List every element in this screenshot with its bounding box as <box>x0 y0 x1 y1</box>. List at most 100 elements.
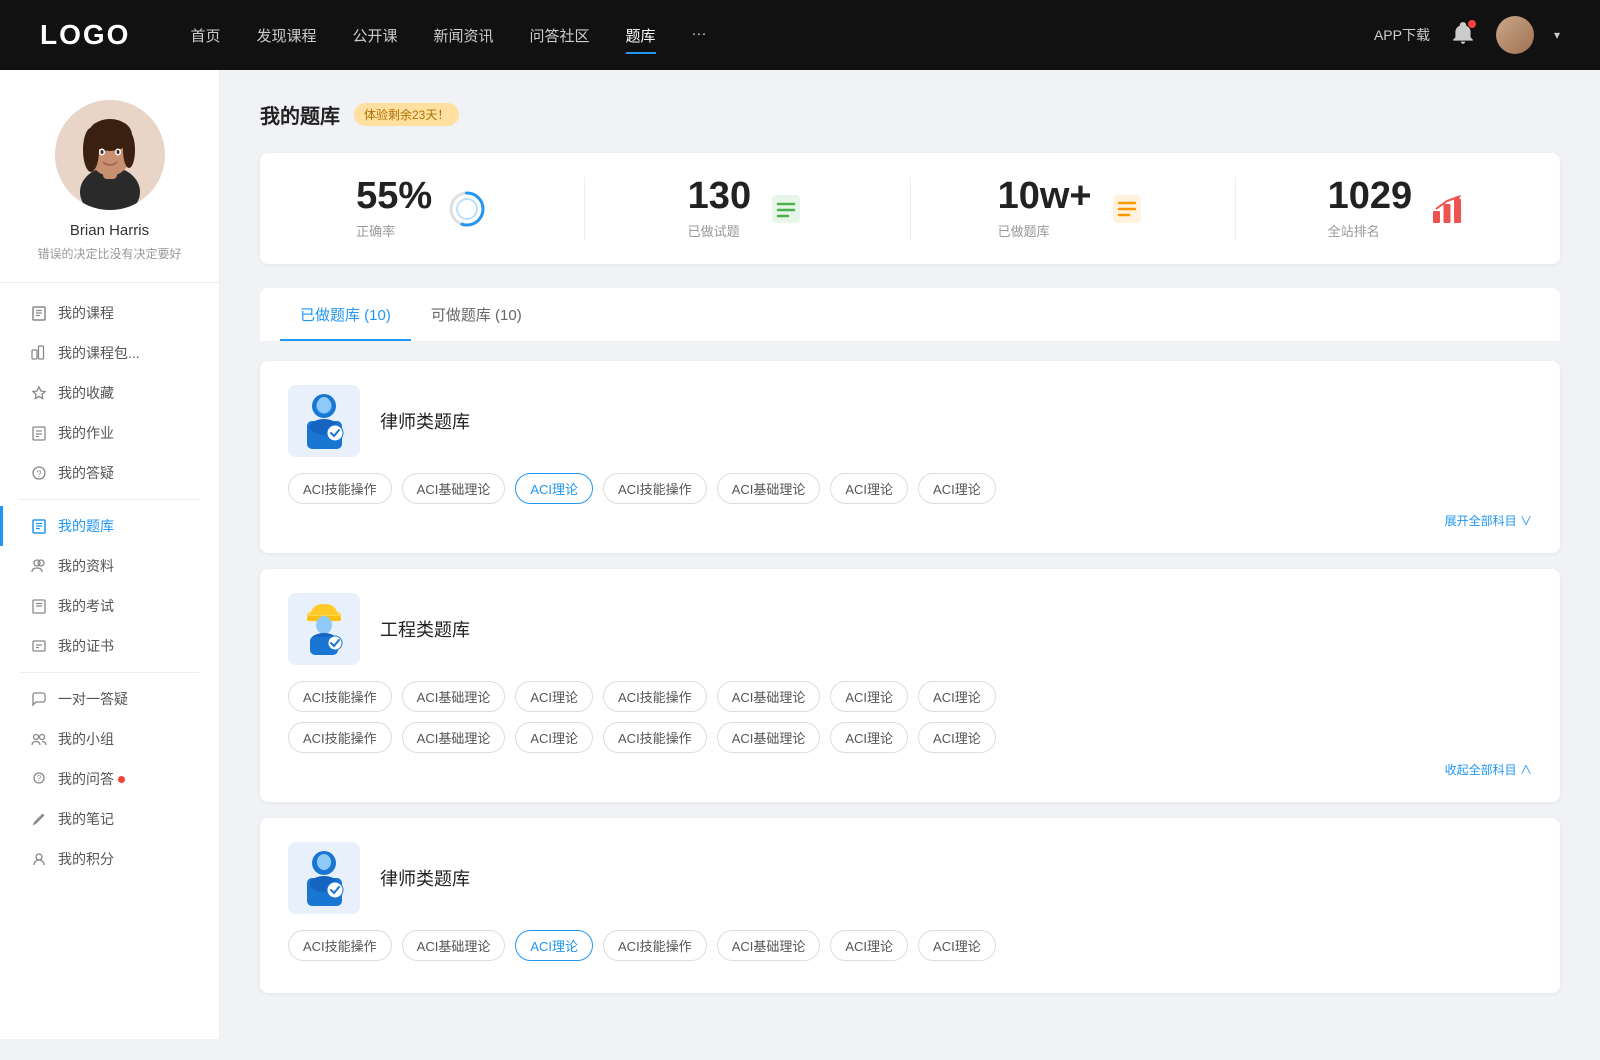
qbank-title-2: 工程类题库 <box>380 616 470 642</box>
qbank-tags-2: ACI技能操作 ACI基础理论 ACI理论 ACI技能操作 ACI基础理论 AC… <box>288 681 1532 712</box>
qbank-tag[interactable]: ACI技能操作 <box>603 722 707 753</box>
sidebar-item-my-exam[interactable]: 我的考试 <box>0 586 219 626</box>
qbank-tag[interactable]: ACI理论 <box>918 722 996 753</box>
top-navigation: LOGO 首页 发现课程 公开课 新闻资讯 问答社区 题库 ··· APP下载 … <box>0 0 1600 70</box>
notification-bell[interactable] <box>1450 20 1476 51</box>
tab-done-qbank[interactable]: 已做题库 (10) <box>280 288 411 341</box>
qbank-title-1: 律师类题库 <box>380 408 470 434</box>
my-qanda-icon: ? <box>30 770 48 788</box>
done-qb-icon <box>1106 188 1148 230</box>
user-avatar[interactable] <box>1496 16 1534 54</box>
qbank-tag[interactable]: ACI理论 <box>515 722 593 753</box>
qbank-tags-2-row2: ACI技能操作 ACI基础理论 ACI理论 ACI技能操作 ACI基础理论 AC… <box>288 722 1532 753</box>
qbank-tag[interactable]: ACI基础理论 <box>717 473 821 504</box>
nav-qbank[interactable]: 题库 <box>626 21 656 50</box>
qbank-tag[interactable]: ACI技能操作 <box>288 681 392 712</box>
qbank-tag[interactable]: ACI理论 <box>515 681 593 712</box>
svg-text:?: ? <box>36 469 41 479</box>
sidebar-item-qa-doubts[interactable]: ? 我的答疑 <box>0 453 219 493</box>
qbank-icon-engineer <box>288 593 360 665</box>
qbank-section-engineer: 工程类题库 ACI技能操作 ACI基础理论 ACI理论 ACI技能操作 ACI基… <box>260 569 1560 802</box>
sidebar-item-my-notes[interactable]: 我的笔记 <box>0 799 219 839</box>
stat-done-questions: 130 已做试题 <box>585 177 910 240</box>
qbank-tag[interactable]: ACI技能操作 <box>603 681 707 712</box>
qbank-tag[interactable]: ACI基础理论 <box>402 930 506 961</box>
nav-right: APP下载 ▾ <box>1374 16 1560 54</box>
tab-available-qbank[interactable]: 可做题库 (10) <box>411 288 542 341</box>
stat-done-q-value: 130 <box>688 177 751 215</box>
nav-news[interactable]: 新闻资讯 <box>434 21 494 50</box>
nav-more[interactable]: ··· <box>692 21 707 50</box>
qbank-tag[interactable]: ACI基础理论 <box>717 930 821 961</box>
stat-accuracy: 55% 正确率 <box>260 177 585 240</box>
qbank-tag[interactable]: ACI理论 <box>918 930 996 961</box>
sidebar-item-my-data[interactable]: 我的资料 <box>0 546 219 586</box>
sidebar-item-my-group[interactable]: 我的小组 <box>0 719 219 759</box>
qbank-tag[interactable]: ACI理论 <box>830 473 908 504</box>
qbank-tag[interactable]: ACI基础理论 <box>402 722 506 753</box>
qbank-tag-active[interactable]: ACI理论 <box>515 930 593 961</box>
qbank-tag[interactable]: ACI基础理论 <box>717 722 821 753</box>
qbank-tag[interactable]: ACI基础理论 <box>402 473 506 504</box>
qbank-tag[interactable]: ACI理论 <box>830 681 908 712</box>
favorites-icon <box>30 384 48 402</box>
sidebar: Brian Harris 错误的决定比没有决定要好 我的课程 我的课程包... <box>0 70 220 1039</box>
done-q-icon <box>765 188 807 230</box>
sidebar-item-my-points[interactable]: 我的积分 <box>0 839 219 879</box>
qbank-header-1: 律师类题库 <box>288 385 1532 457</box>
sidebar-item-my-cert[interactable]: 我的证书 <box>0 626 219 666</box>
nav-qa[interactable]: 问答社区 <box>530 21 590 50</box>
qbank-tag-active[interactable]: ACI理论 <box>515 473 593 504</box>
rank-icon <box>1426 188 1468 230</box>
stat-done-q-value-area: 130 已做试题 <box>688 177 751 240</box>
sidebar-item-course-package[interactable]: 我的课程包... <box>0 333 219 373</box>
qbank-toggle-collapse-2[interactable]: 收起全部科目 ∧ <box>288 761 1532 778</box>
sidebar-item-favorites[interactable]: 我的收藏 <box>0 373 219 413</box>
qa-doubts-icon: ? <box>30 464 48 482</box>
qbank-tag[interactable]: ACI技能操作 <box>288 930 392 961</box>
qbank-tag[interactable]: ACI技能操作 <box>288 722 392 753</box>
user-dropdown-icon[interactable]: ▾ <box>1554 28 1560 42</box>
stat-done-qb-value: 10w+ <box>998 177 1092 215</box>
qbank-tag[interactable]: ACI技能操作 <box>603 473 707 504</box>
nav-home[interactable]: 首页 <box>190 21 220 50</box>
sidebar-item-my-course[interactable]: 我的课程 <box>0 293 219 333</box>
tabs-row: 已做题库 (10) 可做题库 (10) <box>260 288 1560 341</box>
trial-badge: 体验剩余23天！ <box>354 103 459 126</box>
qbank-tag[interactable]: ACI技能操作 <box>603 930 707 961</box>
sidebar-menu: 我的课程 我的课程包... 我的收藏 我的作业 <box>0 283 219 889</box>
stats-row: 55% 正确率 130 已做试题 <box>260 153 1560 264</box>
nav-discover[interactable]: 发现课程 <box>256 21 316 50</box>
qbank-tag[interactable]: ACI基础理论 <box>717 681 821 712</box>
qbank-header-3: 律师类题库 <box>288 842 1532 914</box>
my-exam-icon <box>30 597 48 615</box>
sidebar-item-my-qanda[interactable]: ? 我的问答 <box>0 759 219 799</box>
logo: LOGO <box>40 19 130 51</box>
stat-accuracy-label: 正确率 <box>356 221 432 240</box>
qbank-tag[interactable]: ACI理论 <box>918 473 996 504</box>
homework-icon <box>30 424 48 442</box>
avatar <box>55 100 165 210</box>
qbank-tag[interactable]: ACI理论 <box>918 681 996 712</box>
qbank-tag[interactable]: ACI基础理论 <box>402 681 506 712</box>
notification-dot <box>1468 20 1476 28</box>
app-download-link[interactable]: APP下载 <box>1374 25 1430 45</box>
stat-done-qb-label: 已做题库 <box>998 221 1092 240</box>
qbank-tag[interactable]: ACI理论 <box>830 722 908 753</box>
sidebar-item-homework[interactable]: 我的作业 <box>0 413 219 453</box>
nav-open-course[interactable]: 公开课 <box>352 21 397 50</box>
stat-done-q-label: 已做试题 <box>688 221 751 240</box>
sidebar-divider-1 <box>20 499 199 500</box>
my-cert-icon <box>30 637 48 655</box>
qbank-tag[interactable]: ACI技能操作 <box>288 473 392 504</box>
sidebar-item-one-on-one[interactable]: 一对一答疑 <box>0 679 219 719</box>
sidebar-item-qbank[interactable]: 我的题库 <box>0 506 219 546</box>
sidebar-username: Brian Harris <box>70 222 149 239</box>
qbank-tag[interactable]: ACI理论 <box>830 930 908 961</box>
qbank-header-2: 工程类题库 <box>288 593 1532 665</box>
lawyer-svg-1 <box>297 391 352 451</box>
qbank-toggle-expand-1[interactable]: 展开全部科目 ∨ <box>288 512 1532 529</box>
sidebar-divider-2 <box>20 672 199 673</box>
nav-menu: 首页 发现课程 公开课 新闻资讯 问答社区 题库 ··· <box>190 21 1374 50</box>
stat-accuracy-value: 55% <box>356 177 432 215</box>
